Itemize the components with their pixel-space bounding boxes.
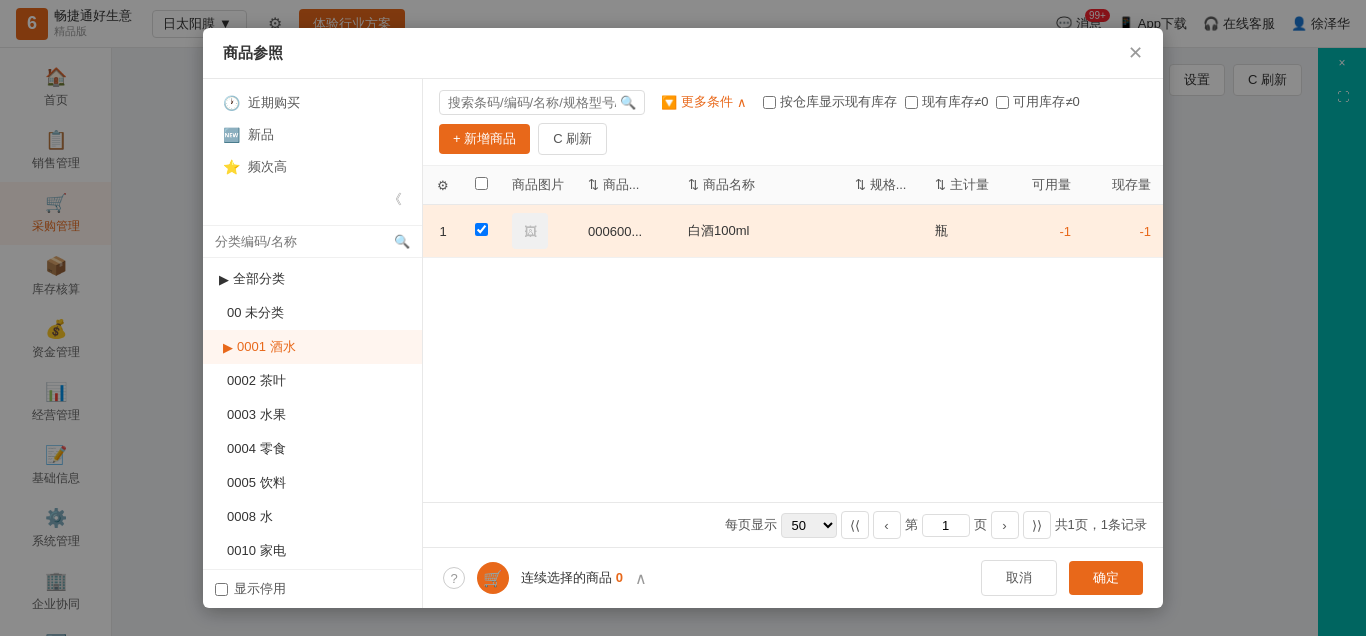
image-icon: 🖼 bbox=[524, 224, 537, 239]
th-name: ⇅ 商品名称 bbox=[676, 166, 843, 205]
row-index: 1 bbox=[423, 205, 463, 258]
cat-item-0001[interactable]: ▶ 0001 酒水 bbox=[203, 330, 422, 364]
modal-close-button[interactable]: ✕ bbox=[1128, 42, 1143, 64]
category-search: 🔍 bbox=[203, 226, 422, 258]
cat-item-all[interactable]: ▶ 全部分类 bbox=[203, 262, 422, 296]
clock-icon: 🕐 bbox=[223, 95, 240, 111]
add-product-button[interactable]: + 新增商品 bbox=[439, 124, 530, 154]
per-page-select[interactable]: 50 100 200 bbox=[781, 513, 837, 538]
cart-icon[interactable]: 🛒 bbox=[477, 562, 509, 594]
filter-stock-nonzero[interactable]: 现有库存≠0 bbox=[905, 93, 988, 111]
collapse-action-button[interactable]: ∧ bbox=[635, 569, 647, 588]
selected-label: 连续选择的商品 0 bbox=[521, 569, 623, 587]
sort-name-icon: ⇅ bbox=[688, 177, 699, 192]
row-checkbox-cell bbox=[463, 205, 500, 258]
modal-title: 商品参照 bbox=[223, 44, 283, 63]
settings-col-icon[interactable]: ⚙ bbox=[437, 178, 449, 193]
row-unit: 瓶 bbox=[923, 205, 1003, 258]
cat-item-0010[interactable]: 0010 家电 bbox=[203, 534, 422, 568]
last-page-button[interactable]: ⟩⟩ bbox=[1023, 511, 1051, 539]
th-checkbox bbox=[463, 166, 500, 205]
collapse-left-button[interactable]: 《 bbox=[215, 183, 410, 217]
th-code: ⇅ 商品... bbox=[576, 166, 676, 205]
cat-item-00[interactable]: 00 未分类 bbox=[203, 296, 422, 330]
search-input[interactable] bbox=[448, 95, 616, 110]
cat-search-input[interactable] bbox=[215, 234, 388, 249]
cat-item-0004[interactable]: 0004 零食 bbox=[203, 432, 422, 466]
prev-page-button[interactable]: ‹ bbox=[873, 511, 901, 539]
product-image: 🖼 bbox=[512, 213, 548, 249]
quick-link-new[interactable]: 🆕 新品 bbox=[215, 119, 410, 151]
modal-body: 🕐 近期购买 🆕 新品 ⭐ 频次高 《 🔍 bbox=[203, 79, 1163, 608]
selected-count: 0 bbox=[616, 570, 623, 585]
row-name: 白酒100ml bbox=[676, 205, 843, 258]
cat-search-icon[interactable]: 🔍 bbox=[394, 234, 410, 249]
search-box: 🔍 bbox=[439, 90, 645, 115]
cat-item-0005[interactable]: 0005 饮料 bbox=[203, 466, 422, 500]
modal: 商品参照 ✕ 🕐 近期购买 🆕 新品 ⭐ 频次高 bbox=[203, 28, 1163, 608]
display-disabled-checkbox[interactable] bbox=[215, 583, 228, 596]
cancel-button[interactable]: 取消 bbox=[981, 560, 1057, 596]
avail-nonzero-checkbox[interactable] bbox=[996, 96, 1009, 109]
modal-right-panel: 🔍 🔽 更多条件 ∧ 按仓库显示现有库存 现有库存≠0 bbox=[423, 79, 1163, 608]
pagination: 每页显示 50 100 200 ⟨⟨ ‹ 第 页 › ⟩⟩ 共1页，1 bbox=[423, 502, 1163, 547]
th-img: 商品图片 bbox=[500, 166, 576, 205]
modal-header: 商品参照 ✕ bbox=[203, 28, 1163, 79]
cat-item-0003[interactable]: 0003 水果 bbox=[203, 398, 422, 432]
th-avail: 可用量 bbox=[1003, 166, 1083, 205]
quick-link-recent[interactable]: 🕐 近期购买 bbox=[215, 87, 410, 119]
row-code: 000600... bbox=[576, 205, 676, 258]
refresh-button[interactable]: C 刷新 bbox=[538, 123, 607, 155]
page-input[interactable] bbox=[922, 514, 970, 537]
confirm-button[interactable]: 确定 bbox=[1069, 561, 1143, 595]
filter-avail-nonzero[interactable]: 可用库存≠0 bbox=[996, 93, 1079, 111]
filter-by-warehouse[interactable]: 按仓库显示现有库存 bbox=[763, 93, 897, 111]
per-page-label: 每页显示 bbox=[725, 516, 777, 534]
category-list: ▶ 全部分类 00 未分类 ▶ 0001 酒水 0002 茶叶 0003 水果 bbox=[203, 258, 422, 569]
pagination-controls: 每页显示 50 100 200 ⟨⟨ ‹ 第 页 › ⟩⟩ 共1页，1 bbox=[725, 511, 1147, 539]
sort-unit-icon: ⇅ bbox=[935, 177, 946, 192]
page-text: 第 bbox=[905, 516, 918, 534]
row-avail: -1 bbox=[1003, 205, 1083, 258]
warehouse-checkbox[interactable] bbox=[763, 96, 776, 109]
help-button[interactable]: ? bbox=[443, 567, 465, 589]
product-table: ⚙ 商品图片 ⇅ 商品... bbox=[423, 166, 1163, 502]
row-stock: -1 bbox=[1083, 205, 1163, 258]
table-row[interactable]: 1 🖼 000600... 白酒100ml bbox=[423, 205, 1163, 258]
filter-button[interactable]: 🔽 更多条件 ∧ bbox=[653, 89, 755, 115]
first-page-button[interactable]: ⟨⟨ bbox=[841, 511, 869, 539]
cat-item-0008[interactable]: 0008 水 bbox=[203, 500, 422, 534]
row-spec bbox=[843, 205, 923, 258]
th-settings: ⚙ bbox=[423, 166, 463, 205]
sort-spec-icon: ⇅ bbox=[855, 177, 866, 192]
display-disabled: 显示停用 bbox=[203, 569, 422, 608]
filter-icon: 🔽 bbox=[661, 95, 677, 110]
display-disabled-label[interactable]: 显示停用 bbox=[234, 580, 286, 598]
th-unit: ⇅ 主计量 bbox=[923, 166, 1003, 205]
arrow-icon: ▶ bbox=[219, 272, 229, 287]
modal-action-bar: ? 🛒 连续选择的商品 0 ∧ 取消 确定 bbox=[423, 547, 1163, 608]
new-icon: 🆕 bbox=[223, 127, 240, 143]
arrow-active-icon: ▶ bbox=[223, 340, 233, 355]
modal-overlay: 商品参照 ✕ 🕐 近期购买 🆕 新品 ⭐ 频次高 bbox=[0, 0, 1366, 636]
cat-item-0002[interactable]: 0002 茶叶 bbox=[203, 364, 422, 398]
th-spec: ⇅ 规格... bbox=[843, 166, 923, 205]
th-stock: 现存量 bbox=[1083, 166, 1163, 205]
star-icon: ⭐ bbox=[223, 159, 240, 175]
next-page-button[interactable]: › bbox=[991, 511, 1019, 539]
sort-icon: ⇅ bbox=[588, 177, 599, 192]
row-img-cell: 🖼 bbox=[500, 205, 576, 258]
page-unit: 页 bbox=[974, 516, 987, 534]
quick-link-frequent[interactable]: ⭐ 频次高 bbox=[215, 151, 410, 183]
select-all-checkbox[interactable] bbox=[475, 177, 488, 190]
search-icon[interactable]: 🔍 bbox=[620, 95, 636, 110]
modal-toolbar: 🔍 🔽 更多条件 ∧ 按仓库显示现有库存 现有库存≠0 bbox=[423, 79, 1163, 166]
modal-left-panel: 🕐 近期购买 🆕 新品 ⭐ 频次高 《 🔍 bbox=[203, 79, 423, 608]
page-info: 共1页，1条记录 bbox=[1055, 516, 1147, 534]
quick-links: 🕐 近期购买 🆕 新品 ⭐ 频次高 《 bbox=[203, 79, 422, 226]
stock-nonzero-checkbox[interactable] bbox=[905, 96, 918, 109]
row-checkbox[interactable] bbox=[475, 223, 488, 236]
